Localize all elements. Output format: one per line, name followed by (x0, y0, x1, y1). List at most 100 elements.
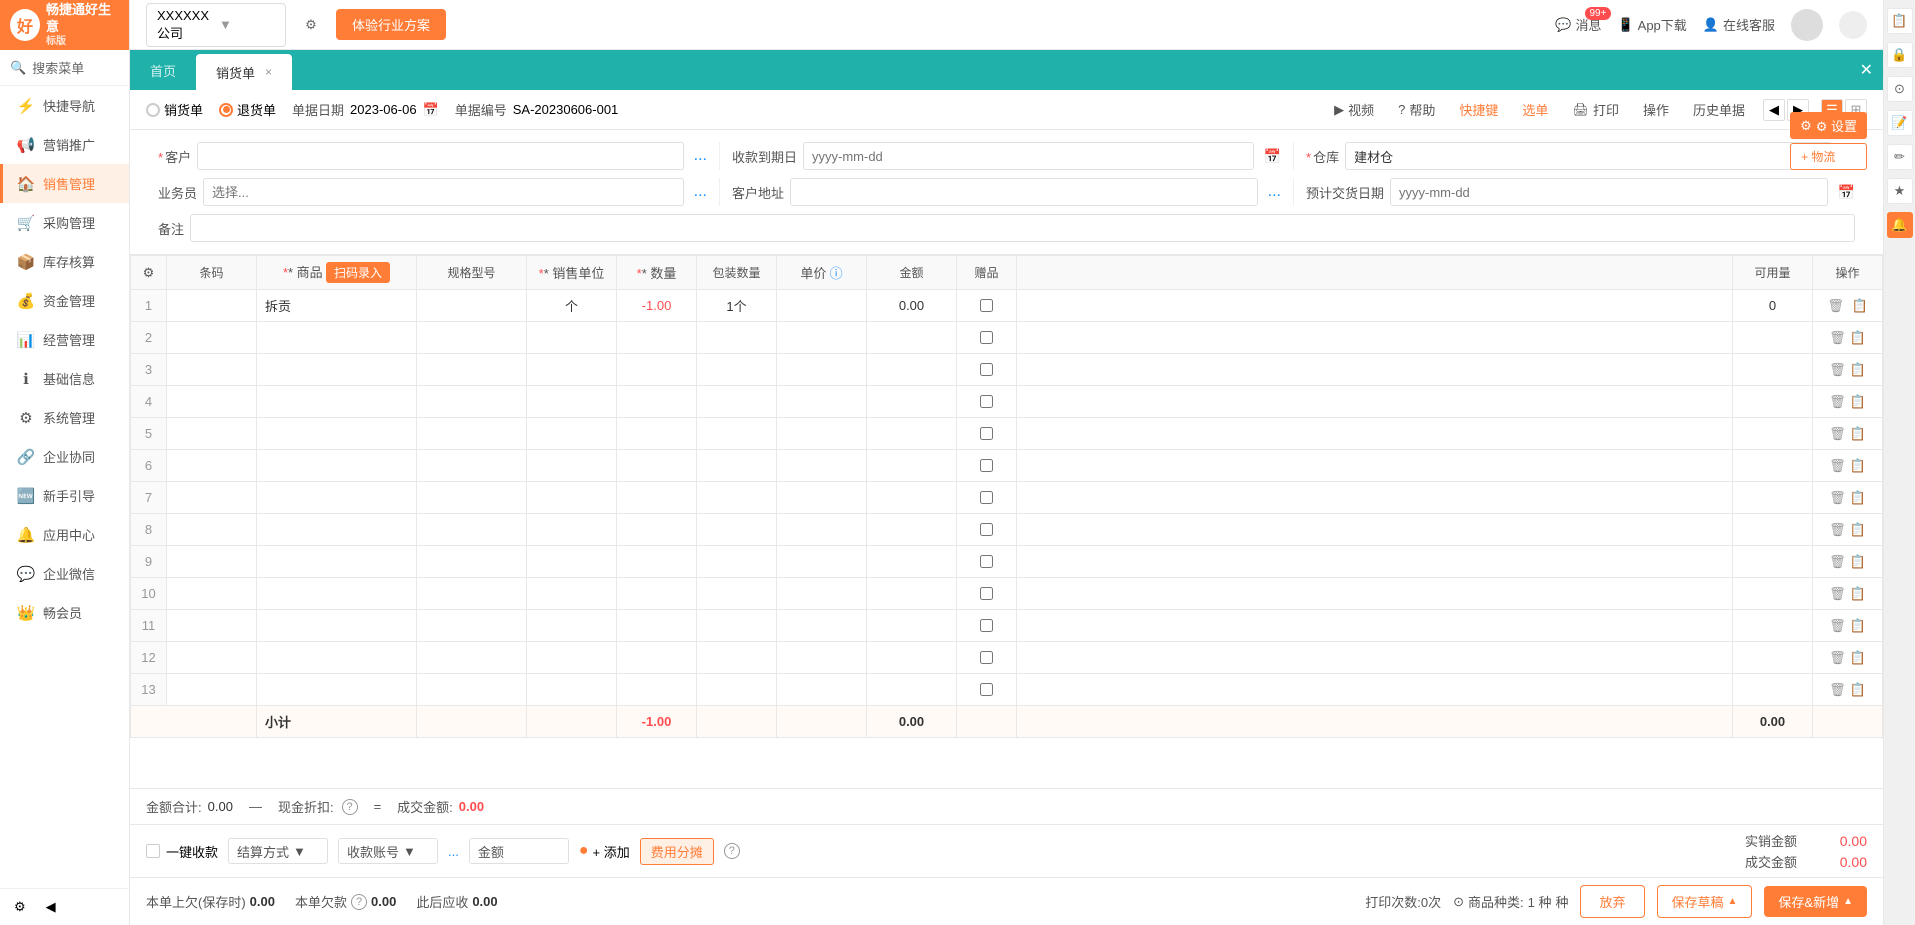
right-panel-btn-4[interactable]: 📝 (1887, 110, 1913, 136)
row-delete-icon[interactable]: 🗑 (1829, 682, 1846, 697)
right-panel-btn-1[interactable]: 📋 (1887, 8, 1913, 34)
row-copy-icon[interactable]: 📋 (1850, 490, 1866, 505)
customer-input[interactable] (197, 142, 684, 170)
sidebar-item-basic-info[interactable]: ℹ 基础信息 (0, 359, 129, 398)
row-copy-icon[interactable]: 📋 (1850, 394, 1866, 409)
warehouse-input[interactable] (1345, 142, 1832, 170)
gift-checkbox-1[interactable] (980, 299, 993, 312)
row-delete-icon[interactable]: 🗑 (1829, 650, 1846, 665)
avatar[interactable] (1791, 9, 1823, 41)
th-settings[interactable]: ⚙ (131, 256, 167, 290)
save-new-button[interactable]: 保存&新增 ▲ (1764, 886, 1867, 917)
row-copy-icon[interactable]: 📋 (1850, 682, 1866, 697)
operation-btn[interactable]: 操作 (1637, 98, 1675, 121)
message-button[interactable]: 💬 消息 99+ (1555, 15, 1601, 34)
sidebar-item-member[interactable]: 👑 畅会员 (0, 593, 129, 632)
customer-addr-ellipsis[interactable]: ... (1268, 183, 1281, 201)
sidebar-item-guide[interactable]: 🆕 新手引导 (0, 476, 129, 515)
row-copy-icon[interactable]: 📋 (1850, 522, 1866, 537)
help-btn[interactable]: ? 帮助 (1392, 98, 1441, 121)
settings-button[interactable]: ⚙ (296, 10, 326, 40)
collapse-icon[interactable]: ◀ (46, 899, 56, 915)
row-delete-icon[interactable]: 🗑 (1829, 522, 1846, 537)
row-delete-icon[interactable]: 🗑 (1829, 330, 1846, 345)
sidebar-item-app-center[interactable]: 🔔 应用中心 (0, 515, 129, 554)
form-flow-btn[interactable]: + 物流 (1790, 143, 1867, 170)
price-info-icon[interactable]: ⓘ (830, 266, 843, 281)
row-copy-icon[interactable]: 📋 (1850, 554, 1866, 569)
row-copy-icon[interactable]: 📋 (1850, 618, 1866, 633)
sidebar-item-wechat[interactable]: 💬 企业微信 (0, 554, 129, 593)
radio-sale[interactable]: 销货单 (146, 100, 203, 119)
app-download-button[interactable]: 📱 App下载 (1617, 15, 1686, 34)
tab-home[interactable]: 首页 (130, 53, 196, 88)
form-settings-btn[interactable]: ⚙ ⚙ 设置 (1790, 112, 1867, 139)
expense-help-icon[interactable]: ? (724, 843, 740, 859)
discard-button[interactable]: 放弃 (1580, 885, 1644, 918)
expected-date-calendar-icon[interactable]: 📅 (1838, 184, 1855, 201)
save-draft-button[interactable]: 保存草稿 ▲ (1657, 885, 1753, 918)
tab-sales-order[interactable]: 销货单 × (196, 54, 292, 90)
row-delete-icon[interactable]: 🗑 (1829, 362, 1846, 377)
online-service-button[interactable]: 👤 在线客服 (1703, 15, 1775, 34)
sidebar-item-finance[interactable]: 💰 资金管理 (0, 281, 129, 320)
sidebar-item-marketing[interactable]: 📢 营销推广 (0, 125, 129, 164)
row-copy-icon[interactable]: 📋 (1851, 298, 1867, 313)
row-delete-icon[interactable]: 🗑 (1829, 490, 1846, 505)
customer-ellipsis[interactable]: ... (694, 147, 707, 165)
sidebar-item-purchase[interactable]: 🛒 采购管理 (0, 203, 129, 242)
avatar2[interactable] (1839, 11, 1867, 39)
right-panel-btn-5[interactable]: ✏ (1887, 144, 1913, 170)
payment-date-input[interactable] (803, 142, 1254, 170)
tab-bar-close[interactable]: ✕ (1860, 60, 1873, 80)
row-copy-icon[interactable]: 📋 (1850, 362, 1866, 377)
right-panel-btn-7[interactable]: 🔔 (1887, 212, 1913, 238)
row-copy-icon[interactable]: 📋 (1850, 426, 1866, 441)
gift-checkbox-8[interactable] (980, 523, 993, 536)
gift-checkbox-9[interactable] (980, 555, 993, 568)
sidebar-item-inventory[interactable]: 📦 库存核算 (0, 242, 129, 281)
shortcut-btn[interactable]: 快捷键 (1453, 98, 1504, 121)
add-payment-btn[interactable]: ● + 添加 (579, 842, 630, 861)
nav-prev[interactable]: ◀ (1763, 99, 1785, 121)
row-delete-icon[interactable]: 🗑 (1829, 554, 1846, 569)
trial-button[interactable]: 体验行业方案 (336, 9, 446, 40)
discount-help-icon[interactable]: ? (342, 799, 358, 815)
right-panel-btn-3[interactable]: ⊙ (1887, 76, 1913, 102)
print-btn[interactable]: 🖨 打印 (1566, 98, 1625, 121)
sidebar-item-operations[interactable]: 📊 经营管理 (0, 320, 129, 359)
gift-checkbox-10[interactable] (980, 587, 993, 600)
amount-input[interactable]: 金额 (469, 838, 569, 864)
expense-split-btn[interactable]: 费用分摊 (640, 838, 714, 865)
gift-checkbox-11[interactable] (980, 619, 993, 632)
gift-checkbox-3[interactable] (980, 363, 993, 376)
row-delete-icon[interactable]: 🗑 (1829, 426, 1846, 441)
gift-checkbox-7[interactable] (980, 491, 993, 504)
sidebar-item-sales[interactable]: 🏠 销售管理 (0, 164, 129, 203)
sidebar-item-enterprise[interactable]: 🔗 企业协同 (0, 437, 129, 476)
settings-bottom-icon[interactable]: ⚙ (14, 899, 26, 915)
row-delete-icon[interactable]: 🗑 (1827, 298, 1844, 313)
gift-checkbox-2[interactable] (980, 331, 993, 344)
settlement-select[interactable]: 结算方式 ▼ (228, 838, 328, 864)
account-ellipsis[interactable]: ... (448, 844, 459, 859)
row-copy-icon[interactable]: 📋 (1850, 330, 1866, 345)
row-delete-icon[interactable]: 🗑 (1829, 394, 1846, 409)
row-copy-icon[interactable]: 📋 (1850, 650, 1866, 665)
history-btn[interactable]: 历史单据 (1687, 98, 1751, 121)
one-click-checkbox[interactable] (146, 844, 160, 858)
expected-date-input[interactable] (1390, 178, 1828, 206)
row-delete-icon[interactable]: 🗑 (1829, 458, 1846, 473)
tab-close-icon[interactable]: × (265, 65, 272, 79)
customer-addr-input[interactable] (790, 178, 1258, 206)
row-copy-icon[interactable]: 📋 (1850, 458, 1866, 473)
gift-checkbox-5[interactable] (980, 427, 993, 440)
scan-btn[interactable]: 扫码录入 (326, 262, 390, 283)
right-panel-btn-2[interactable]: 🔒 (1887, 42, 1913, 68)
sidebar-item-system[interactable]: ⚙ 系统管理 (0, 398, 129, 437)
company-selector[interactable]: XXXXXX公司 ▼ (146, 3, 286, 47)
gift-checkbox-12[interactable] (980, 651, 993, 664)
salesperson-ellipsis[interactable]: ... (694, 183, 707, 201)
gift-checkbox-4[interactable] (980, 395, 993, 408)
notes-input[interactable] (190, 214, 1855, 242)
